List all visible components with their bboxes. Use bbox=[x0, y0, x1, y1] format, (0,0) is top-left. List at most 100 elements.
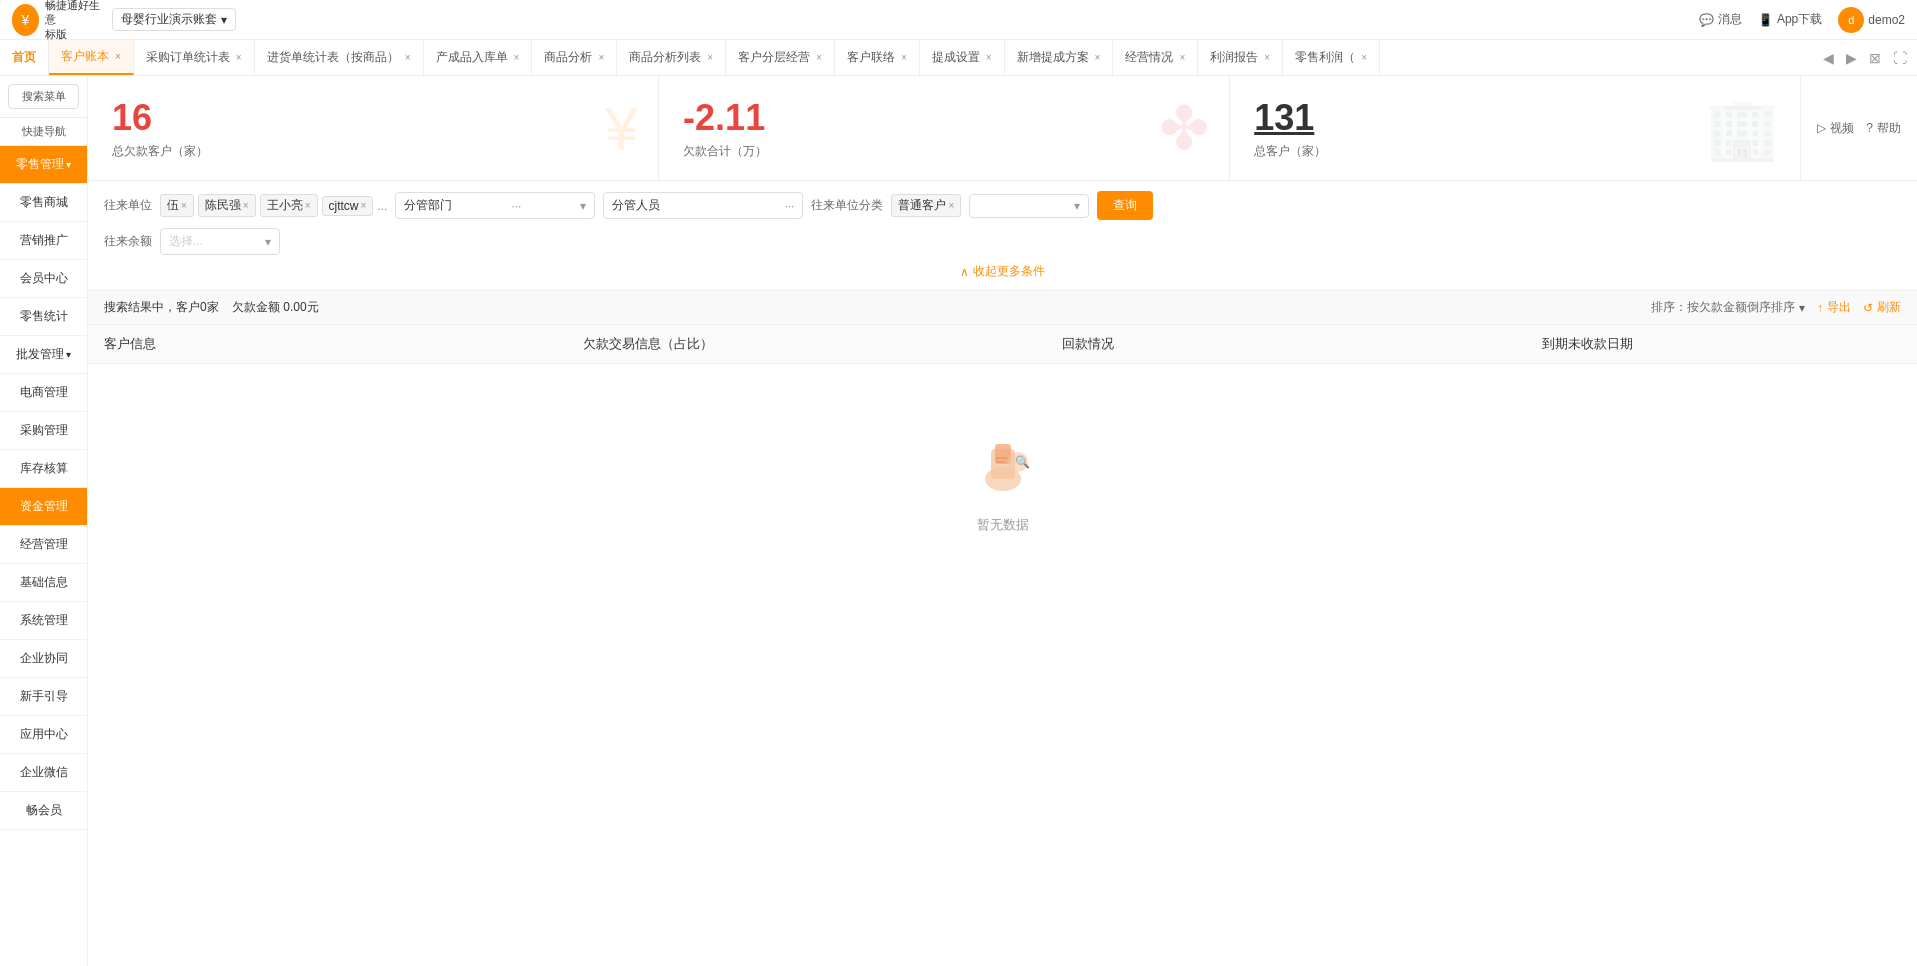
logo-icon: ¥ bbox=[12, 4, 39, 36]
no-data-illustration: 🔍 bbox=[963, 424, 1043, 504]
balance-filter-select[interactable]: 选择... ▾ bbox=[160, 228, 280, 255]
dept-filter-select[interactable]: 分管部门 ··· ▾ bbox=[395, 192, 595, 219]
remove-tag-chen[interactable]: × bbox=[243, 200, 249, 211]
tab-close-icon[interactable]: × bbox=[986, 52, 992, 63]
help-button[interactable]: ? 帮助 bbox=[1866, 120, 1901, 137]
empty-text: 暂无数据 bbox=[977, 516, 1029, 534]
search-menu-button[interactable]: 搜索菜单 bbox=[8, 84, 79, 109]
message-button[interactable]: 💬 消息 bbox=[1699, 11, 1742, 28]
sidebar-item-member-center[interactable]: 会员中心 bbox=[0, 260, 87, 298]
sort-select[interactable]: 排序：按欠款金额倒序排序 ▾ bbox=[1651, 299, 1805, 316]
chevron-down-icon: ▾ bbox=[1074, 199, 1080, 213]
chevron-down-icon: ▾ bbox=[580, 199, 586, 213]
tab-profit-report[interactable]: 利润报告 × bbox=[1198, 40, 1283, 75]
sidebar-quick-nav[interactable]: 快捷导航 bbox=[0, 118, 87, 146]
export-button[interactable]: ↑ 导出 bbox=[1817, 299, 1851, 316]
svg-text:🔍: 🔍 bbox=[1015, 454, 1030, 469]
logo-text: 畅捷通好生意 标版 bbox=[45, 0, 100, 41]
filter-row-1: 往来单位 伍 × 陈民强 × 王小亮 × cjttcw bbox=[104, 191, 1901, 220]
remove-tag-wang[interactable]: × bbox=[305, 200, 311, 211]
sidebar-item-enterprise-coop[interactable]: 企业协同 bbox=[0, 640, 87, 678]
avatar: d bbox=[1838, 7, 1864, 33]
message-icon: 💬 bbox=[1699, 13, 1714, 27]
category-select-arrow[interactable]: ▾ bbox=[969, 194, 1089, 218]
tab-business-situation[interactable]: 经营情况 × bbox=[1113, 40, 1198, 75]
refresh-button[interactable]: ↺ 刷新 bbox=[1863, 299, 1901, 316]
total-customers-bg-icon: 🏢 bbox=[1705, 93, 1780, 164]
tab-retail-profit[interactable]: 零售利润（ × bbox=[1283, 40, 1380, 75]
stat-total-customers: 🏢 131 总客户（家） bbox=[1230, 76, 1801, 180]
stats-bar: ¥ 16 总欠款客户（家） ✤ -2.11 欠款合计（万） 🏢 131 总客户（… bbox=[88, 76, 1917, 181]
top-bar: ¥ 畅捷通好生意 标版 母婴行业演示账套 ▾ 💬 消息 📱 App下载 d de… bbox=[0, 0, 1917, 40]
tab-close-icon[interactable]: × bbox=[514, 52, 520, 63]
remove-tag-normal-customer[interactable]: × bbox=[948, 200, 954, 211]
query-button[interactable]: 查询 bbox=[1097, 191, 1153, 220]
remove-tag-cjttcw[interactable]: × bbox=[361, 200, 367, 211]
sidebar-item-purchase-mgmt[interactable]: 采购管理 bbox=[0, 412, 87, 450]
tab-new-increase[interactable]: 新增提成方案 × bbox=[1005, 40, 1114, 75]
tab-product-analysis[interactable]: 商品分析 × bbox=[532, 40, 617, 75]
sidebar-item-new-guide[interactable]: 新手引导 bbox=[0, 678, 87, 716]
tab-close-icon[interactable]: × bbox=[901, 52, 907, 63]
tab-close-icon[interactable]: × bbox=[115, 51, 121, 62]
table-header: 客户信息 欠款交易信息（占比） 回款情况 到期未收款日期 bbox=[88, 325, 1917, 364]
refresh-icon: ↺ bbox=[1863, 301, 1873, 315]
tab-customer-layered[interactable]: 客户分层经营 × bbox=[726, 40, 835, 75]
sidebar-item-finance[interactable]: 资金管理 bbox=[0, 488, 87, 526]
nav-prev-arrow[interactable]: ◀ bbox=[1817, 48, 1840, 68]
sidebar-item-system-mgmt[interactable]: 系统管理 bbox=[0, 602, 87, 640]
sidebar-item-marketing[interactable]: 营销推广 bbox=[0, 222, 87, 260]
tab-close-icon[interactable]: × bbox=[236, 52, 242, 63]
sidebar-item-ecommerce[interactable]: 电商管理 bbox=[0, 374, 87, 412]
person-filter-select[interactable]: 分管人员 ··· bbox=[603, 192, 803, 219]
result-actions: 排序：按欠款金额倒序排序 ▾ ↑ 导出 ↺ 刷新 bbox=[1651, 299, 1901, 316]
main-layout: 搜索菜单 快捷导航 零售管理 ▾ 零售商城 营销推广 会员中心 零售统计 批发管… bbox=[0, 76, 1917, 966]
video-button[interactable]: ▷ 视频 bbox=[1817, 120, 1854, 137]
collapse-filters-button[interactable]: ∧ 收起更多条件 bbox=[960, 263, 1045, 280]
app-download-button[interactable]: 📱 App下载 bbox=[1758, 11, 1822, 28]
sidebar-item-operations[interactable]: 经营管理 bbox=[0, 526, 87, 564]
sidebar-item-retail-mall[interactable]: 零售商城 bbox=[0, 184, 87, 222]
workspace-selector[interactable]: 母婴行业演示账套 ▾ bbox=[112, 8, 236, 31]
sidebar: 搜索菜单 快捷导航 零售管理 ▾ 零售商城 营销推广 会员中心 零售统计 批发管… bbox=[0, 76, 88, 966]
tab-purchase-order[interactable]: 采购订单统计表 × bbox=[134, 40, 255, 75]
sidebar-item-inventory[interactable]: 库存核算 bbox=[0, 450, 87, 488]
chevron-down-icon: ▾ bbox=[66, 349, 71, 360]
tab-product-analysis-list[interactable]: 商品分析列表 × bbox=[617, 40, 726, 75]
remove-tag-wu[interactable]: × bbox=[181, 200, 187, 211]
sidebar-item-vip-member[interactable]: 畅会员 bbox=[0, 792, 87, 830]
sidebar-item-enterprise-wechat[interactable]: 企业微信 bbox=[0, 754, 87, 792]
unit-filter-label: 往来单位 bbox=[104, 197, 152, 214]
tab-close-icon[interactable]: × bbox=[1361, 52, 1367, 63]
tab-close-icon[interactable]: × bbox=[598, 52, 604, 63]
tab-reminder-settings[interactable]: 提成设置 × bbox=[920, 40, 1005, 75]
tab-purchase-stats[interactable]: 进货单统计表（按商品） × bbox=[255, 40, 424, 75]
nav-expand-button[interactable]: ⊠ bbox=[1863, 48, 1887, 68]
tab-close-icon[interactable]: × bbox=[1095, 52, 1101, 63]
tab-close-icon[interactable]: × bbox=[816, 52, 822, 63]
nav-next-arrow[interactable]: ▶ bbox=[1840, 48, 1863, 68]
sidebar-item-app-center[interactable]: 应用中心 bbox=[0, 716, 87, 754]
play-icon: ▷ bbox=[1817, 121, 1826, 135]
tab-home[interactable]: 首页 bbox=[0, 40, 49, 75]
tab-close-icon[interactable]: × bbox=[1264, 52, 1270, 63]
tab-production-instock[interactable]: 产成品入库单 × bbox=[424, 40, 533, 75]
sidebar-item-batch-mgmt[interactable]: 批发管理 ▾ bbox=[0, 336, 87, 374]
person-filter-dots: ··· bbox=[784, 199, 794, 213]
tab-close-icon[interactable]: × bbox=[707, 52, 713, 63]
sidebar-item-retail-stats[interactable]: 零售统计 bbox=[0, 298, 87, 336]
stat-value-total: 131 bbox=[1254, 96, 1314, 139]
tab-customer-contact[interactable]: 客户联络 × bbox=[835, 40, 920, 75]
chevron-down-icon: ▾ bbox=[265, 235, 271, 249]
tab-close-icon[interactable]: × bbox=[1179, 52, 1185, 63]
filter-tag-normal-customer: 普通客户 × bbox=[891, 194, 961, 217]
tab-close-icon[interactable]: × bbox=[405, 52, 411, 63]
sidebar-item-basic-info[interactable]: 基础信息 bbox=[0, 564, 87, 602]
tab-customer-account[interactable]: 客户账本 × bbox=[49, 40, 134, 75]
user-profile[interactable]: d demo2 bbox=[1838, 7, 1905, 33]
nav-fullscreen-button[interactable]: ⛶ bbox=[1887, 48, 1913, 68]
stat-customers: ¥ 16 总欠款客户（家） bbox=[88, 76, 659, 180]
sidebar-item-retail-mgmt[interactable]: 零售管理 ▾ bbox=[0, 146, 87, 184]
logo-area: ¥ 畅捷通好生意 标版 bbox=[12, 0, 100, 41]
filter-more-tags[interactable]: ... bbox=[377, 199, 387, 213]
